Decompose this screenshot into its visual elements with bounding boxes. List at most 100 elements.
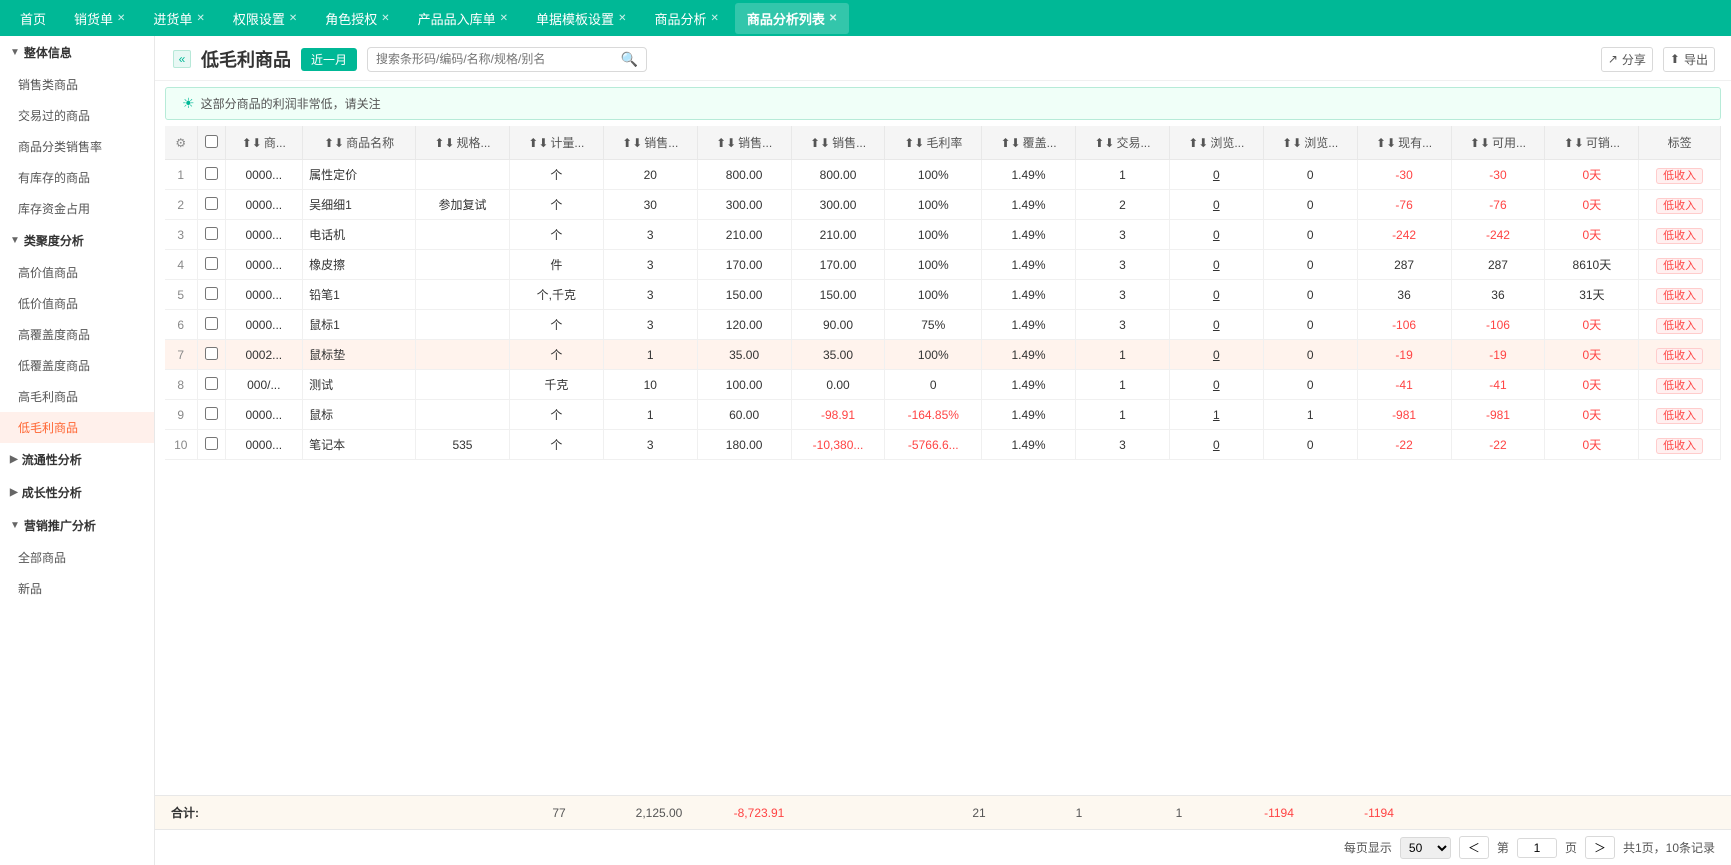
cell-checkbox[interactable]: [197, 280, 225, 310]
cell-tag: 低收入: [1639, 400, 1721, 430]
cell-checkbox[interactable]: [197, 250, 225, 280]
cell-checkbox[interactable]: [197, 310, 225, 340]
nav-close-product-entry[interactable]: ✕: [500, 13, 508, 24]
nav-analysis-list[interactable]: 商品分析列表 ✕: [735, 3, 849, 34]
cell-unit: 件: [509, 250, 603, 280]
settings-gear-icon[interactable]: ⚙: [175, 136, 186, 150]
sidebar-item-low-margin[interactable]: 低毛利商品: [0, 412, 154, 443]
sidebar-item-traded-goods[interactable]: 交易过的商品: [0, 100, 154, 131]
page-number-input[interactable]: [1517, 838, 1557, 858]
row-checkbox[interactable]: [205, 377, 218, 390]
col-sales-profit: ⬆⬇ 销售...: [791, 126, 885, 160]
nav-close-sales-order[interactable]: ✕: [117, 13, 125, 24]
nav-template-settings[interactable]: 单据模板设置 ✕: [524, 3, 638, 34]
cell-browse2: 0: [1263, 370, 1357, 400]
cell-checkbox[interactable]: [197, 340, 225, 370]
nav-role-auth[interactable]: 角色授权 ✕: [313, 3, 401, 34]
row-checkbox[interactable]: [205, 347, 218, 360]
sidebar-group-clustering[interactable]: ▼ 类聚度分析: [0, 224, 154, 257]
sidebar-group-circulation[interactable]: ▶ 流通性分析: [0, 443, 154, 476]
sidebar-group-growth[interactable]: ▶ 成长性分析: [0, 476, 154, 509]
cell-available: -981: [1451, 400, 1545, 430]
cell-browse1[interactable]: 0: [1169, 190, 1263, 220]
cell-checkbox[interactable]: [197, 370, 225, 400]
sidebar-item-high-margin[interactable]: 高毛利商品: [0, 381, 154, 412]
cell-browse1[interactable]: 0: [1169, 220, 1263, 250]
next-page-btn[interactable]: ＞: [1585, 836, 1615, 859]
select-all-checkbox[interactable]: [205, 135, 218, 148]
cell-checkbox[interactable]: [197, 430, 225, 460]
sidebar-item-stocked-goods[interactable]: 有库存的商品: [0, 162, 154, 193]
content-header: « 低毛利商品 近一月 🔍 ↗ 分享 ⬆ 导出: [155, 36, 1731, 81]
cell-sales-qty: 3: [603, 310, 697, 340]
search-input[interactable]: [376, 52, 621, 66]
cell-browse1[interactable]: 0: [1169, 280, 1263, 310]
row-checkbox[interactable]: [205, 287, 218, 300]
sidebar-item-new-goods[interactable]: 新品: [0, 573, 154, 604]
sidebar-item-all-goods[interactable]: 全部商品: [0, 542, 154, 573]
row-checkbox[interactable]: [205, 227, 218, 240]
cell-coverage: 1.49%: [982, 430, 1076, 460]
nav-product-analysis[interactable]: 商品分析 ✕: [642, 3, 730, 34]
filter-recent-month-btn[interactable]: 近一月: [301, 48, 357, 71]
col-browse1: ⬆⬇ 浏览...: [1169, 126, 1263, 160]
footer-sales-price: 2,125.00: [619, 806, 699, 820]
col-checkbox[interactable]: [197, 126, 225, 160]
nav-close-permissions[interactable]: ✕: [289, 13, 297, 24]
nav-close-template[interactable]: ✕: [618, 13, 626, 24]
cell-checkbox[interactable]: [197, 400, 225, 430]
nav-home[interactable]: 首页: [8, 3, 58, 34]
sidebar-item-high-coverage[interactable]: 高覆盖度商品: [0, 319, 154, 350]
cell-checkbox[interactable]: [197, 190, 225, 220]
export-btn[interactable]: ⬆ 导出: [1663, 47, 1715, 72]
sidebar-item-low-coverage[interactable]: 低覆盖度商品: [0, 350, 154, 381]
search-icon[interactable]: 🔍: [621, 51, 638, 68]
sidebar-collapse-btn[interactable]: «: [173, 50, 191, 68]
sidebar-item-low-value[interactable]: 低价值商品: [0, 288, 154, 319]
cell-tag: 低收入: [1639, 160, 1721, 190]
notice-icon: ☀: [182, 95, 195, 112]
prev-page-btn[interactable]: ＜: [1459, 836, 1489, 859]
row-checkbox[interactable]: [205, 257, 218, 270]
cell-browse1[interactable]: 0: [1169, 310, 1263, 340]
nav-close-purchase-order[interactable]: ✕: [196, 13, 204, 24]
sidebar: ▼ 整体信息 销售类商品 交易过的商品 商品分类销售率 有库存的商品 库存资金占…: [0, 36, 155, 865]
cell-browse1[interactable]: 0: [1169, 370, 1263, 400]
nav-close-analysis-list[interactable]: ✕: [829, 13, 837, 24]
sidebar-item-sales-goods[interactable]: 销售类商品: [0, 69, 154, 100]
cell-browse1[interactable]: 0: [1169, 340, 1263, 370]
cell-browse1[interactable]: 0: [1169, 430, 1263, 460]
sidebar-item-high-value[interactable]: 高价值商品: [0, 257, 154, 288]
nav-close-product-analysis[interactable]: ✕: [710, 13, 718, 24]
nav-product-entry[interactable]: 产品品入库单 ✕: [406, 3, 520, 34]
share-btn[interactable]: ↗ 分享: [1601, 47, 1653, 72]
nav-sales-order[interactable]: 销货单 ✕: [62, 3, 137, 34]
row-checkbox[interactable]: [205, 167, 218, 180]
sidebar-group-overall[interactable]: ▼ 整体信息: [0, 36, 154, 69]
sidebar-item-category-sales-rate[interactable]: 商品分类销售率: [0, 131, 154, 162]
per-page-select[interactable]: 50 20 100: [1400, 837, 1451, 859]
sidebar-item-capital-usage[interactable]: 库存资金占用: [0, 193, 154, 224]
cell-sales-qty: 10: [603, 370, 697, 400]
col-settings[interactable]: ⚙: [165, 126, 197, 160]
cell-code: 0000...: [225, 280, 303, 310]
nav-close-role-auth[interactable]: ✕: [381, 13, 389, 24]
cell-checkbox[interactable]: [197, 160, 225, 190]
cell-browse1[interactable]: 1: [1169, 400, 1263, 430]
cell-gross-rate: 0: [885, 370, 982, 400]
row-checkbox[interactable]: [205, 407, 218, 420]
nav-permissions[interactable]: 权限设置 ✕: [221, 3, 309, 34]
row-checkbox[interactable]: [205, 197, 218, 210]
cell-trade: 3: [1075, 220, 1169, 250]
cell-browse1[interactable]: 0: [1169, 250, 1263, 280]
nav-purchase-order[interactable]: 进货单 ✕: [141, 3, 216, 34]
cell-browse1[interactable]: 0: [1169, 160, 1263, 190]
table-wrapper: ⚙ ⬆⬇ 商... ⬆⬇ 商品名称 ⬆⬇ 规格... ⬆⬇ 计量... ⬆⬇ 销…: [155, 126, 1731, 795]
cell-unit: 千克: [509, 370, 603, 400]
cell-sales-profit: 90.00: [791, 310, 885, 340]
row-checkbox[interactable]: [205, 437, 218, 450]
sidebar-group-marketing[interactable]: ▼ 营销推广分析: [0, 509, 154, 542]
row-checkbox[interactable]: [205, 317, 218, 330]
cell-sales-price: 180.00: [697, 430, 791, 460]
cell-checkbox[interactable]: [197, 220, 225, 250]
